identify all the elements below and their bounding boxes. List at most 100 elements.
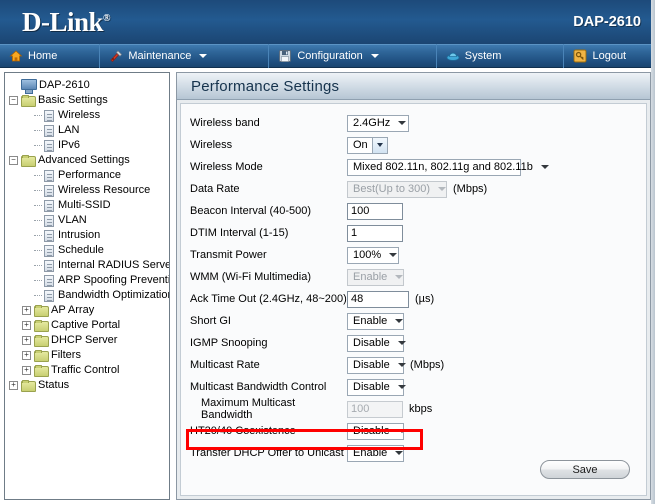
chevron-down-icon <box>397 385 406 389</box>
sidebar-item-intrusion[interactable]: Intrusion <box>9 228 167 243</box>
value-wmm: Enable <box>353 271 388 283</box>
document-icon <box>44 259 54 272</box>
sidebar-item-performance[interactable]: Performance <box>9 168 167 183</box>
select-multicast-bandwidth-control[interactable]: Disable <box>347 378 406 396</box>
chevron-down-icon <box>540 165 549 169</box>
document-icon <box>44 169 54 182</box>
sidebar-item-status[interactable]: + Status <box>9 378 167 393</box>
label-transfer-dhcp-offer-to-unicast: Transfer DHCP Offer to Unicast <box>190 447 344 459</box>
nav-item-configuration[interactable]: Configuration <box>268 44 387 68</box>
sidebar-item-basic-settings[interactable]: − Basic Settings <box>9 93 167 108</box>
sidebar-item-schedule[interactable]: Schedule <box>9 243 167 258</box>
select-wireless-band[interactable]: 2.4GHz <box>347 114 409 132</box>
row-dtim-interval: DTIM Interval (1-15) <box>181 222 646 244</box>
sidebar-item-ap-array[interactable]: + AP Array <box>9 303 167 318</box>
select-short-gi[interactable]: Enable <box>347 312 404 330</box>
folder-icon <box>34 305 49 317</box>
nav-item-maintenance[interactable]: Maintenance <box>99 44 216 68</box>
expand-icon[interactable]: + <box>22 306 31 315</box>
sidebar-item-bandwidth-optimization[interactable]: Bandwidth Optimization <box>9 288 169 303</box>
chevron-down-icon <box>395 275 404 279</box>
select-multicast-rate[interactable]: Disable <box>347 356 406 374</box>
collapse-icon[interactable]: − <box>9 96 18 105</box>
value-ht2040-coexistence: Disable <box>353 425 390 437</box>
sidebar-item-vlan[interactable]: VLAN <box>9 213 167 228</box>
sidebar-item-wireless[interactable]: Wireless <box>9 108 167 123</box>
input-beacon-interval[interactable] <box>347 202 403 220</box>
select-transfer-dhcp-offer-to-unicast[interactable]: Enable <box>347 444 404 462</box>
document-icon <box>44 109 54 122</box>
nav-item-home[interactable]: Home <box>0 44 71 68</box>
dropdown-button[interactable] <box>372 137 387 153</box>
sidebar-item-wireless-resource[interactable]: Wireless Resource <box>9 183 167 198</box>
row-beacon-interval: Beacon Interval (40-500) <box>181 200 646 222</box>
sidebar-item-dap-2610[interactable]: DAP-2610 <box>9 78 167 94</box>
expand-icon[interactable]: + <box>22 366 31 375</box>
value-multicast-rate: Disable <box>353 359 390 371</box>
value-wireless: On <box>353 139 368 151</box>
sidebar-item-label: Basic Settings <box>38 94 108 106</box>
sidebar-item-internal-radius-server[interactable]: Internal RADIUS Server <box>9 258 169 273</box>
document-icon <box>44 274 54 287</box>
folder-icon <box>21 95 36 107</box>
save-button[interactable]: Save <box>540 460 630 479</box>
sidebar-item-label: Traffic Control <box>51 364 120 376</box>
nav-item-system[interactable]: System <box>435 44 516 68</box>
input-dtim-interval[interactable] <box>347 224 403 242</box>
chevron-down-icon <box>395 451 404 455</box>
chevron-down-icon <box>389 253 398 257</box>
sidebar-item-arp-spoofing-prevention[interactable]: ARP Spoofing Prevention <box>9 273 169 288</box>
sidebar-item-label: IPv6 <box>58 139 81 151</box>
tree-connector <box>34 235 42 236</box>
sidebar-item-captive-portal[interactable]: + Captive Portal <box>9 318 167 333</box>
nav-item-logout[interactable]: Logout <box>563 44 640 68</box>
sidebar-item-label: AP Array <box>51 304 95 316</box>
sidebar-item-advanced-settings[interactable]: − Advanced Settings <box>9 153 167 168</box>
wrench-icon <box>109 49 123 63</box>
row-transmit-power: Transmit Power 100% <box>181 244 646 266</box>
chevron-down-icon <box>377 143 383 147</box>
row-multicast-bandwidth-control: Multicast Bandwidth Control Disable <box>181 376 646 398</box>
expand-icon[interactable]: + <box>22 351 31 360</box>
select-ht2040-coexistence[interactable]: Disable <box>347 422 406 440</box>
label-wireless-mode: Wireless Mode <box>190 161 263 173</box>
label-multicast-bandwidth-control: Multicast Bandwidth Control <box>190 381 327 393</box>
label-ack-time-out: Ack Time Out (2.4GHz, 48~200) <box>190 293 347 305</box>
input-ack-time-out[interactable] <box>347 290 409 308</box>
sidebar-item-multi-ssid[interactable]: Multi-SSID <box>9 198 167 213</box>
folder-icon <box>34 335 49 347</box>
expand-icon[interactable]: + <box>22 321 31 330</box>
document-icon <box>44 244 54 257</box>
chevron-down-icon <box>397 363 406 367</box>
value-data-rate: Best(Up to 300) <box>353 183 431 195</box>
row-maximum-multicast-bandwidth: Maximum Multicast Bandwidth kbps <box>181 397 646 421</box>
chevron-down-icon[interactable] <box>199 54 208 58</box>
collapse-icon[interactable]: − <box>9 156 18 165</box>
select-wireless[interactable]: On <box>347 136 388 154</box>
select-transmit-power[interactable]: 100% <box>347 246 399 264</box>
label-wmm: WMM (Wi-Fi Multimedia) <box>190 271 311 283</box>
chevron-down-icon[interactable] <box>370 54 379 58</box>
value-igmp-snooping: Disable <box>353 337 390 349</box>
row-wireless-mode: Wireless Mode Mixed 802.11n, 802.11g and… <box>181 156 646 178</box>
sidebar-item-lan[interactable]: LAN <box>9 123 167 138</box>
row-multicast-rate: Multicast Rate Disable (Mbps) <box>181 354 646 376</box>
sidebar-item-ipv6[interactable]: IPv6 <box>9 138 167 153</box>
expand-icon[interactable]: + <box>22 336 31 345</box>
sidebar-item-label: DHCP Server <box>51 334 118 346</box>
navigation-sidebar: DAP-2610 − Basic Settings Wireless LAN IPv6 − A… <box>4 72 170 500</box>
select-igmp-snooping[interactable]: Disable <box>347 334 406 352</box>
save-button-container: Save <box>540 460 630 479</box>
page-body: DAP-2610 − Basic Settings Wireless LAN IPv6 − A… <box>0 68 655 504</box>
select-wireless-mode[interactable]: Mixed 802.11n, 802.11g and 802.11b <box>347 158 549 176</box>
sidebar-item-dhcp-server[interactable]: + DHCP Server <box>9 333 167 348</box>
chevron-down-icon <box>397 429 406 433</box>
sidebar-item-filters[interactable]: + Filters <box>9 348 167 363</box>
sidebar-item-traffic-control[interactable]: + Traffic Control <box>9 363 167 378</box>
tree-connector <box>34 265 42 266</box>
key-icon <box>573 49 587 63</box>
expand-icon[interactable]: + <box>9 381 18 390</box>
select-wmm: Enable <box>347 268 404 286</box>
sidebar-tree: DAP-2610 − Basic Settings Wireless LAN IPv6 − A… <box>9 78 169 393</box>
tree-connector <box>34 145 42 146</box>
